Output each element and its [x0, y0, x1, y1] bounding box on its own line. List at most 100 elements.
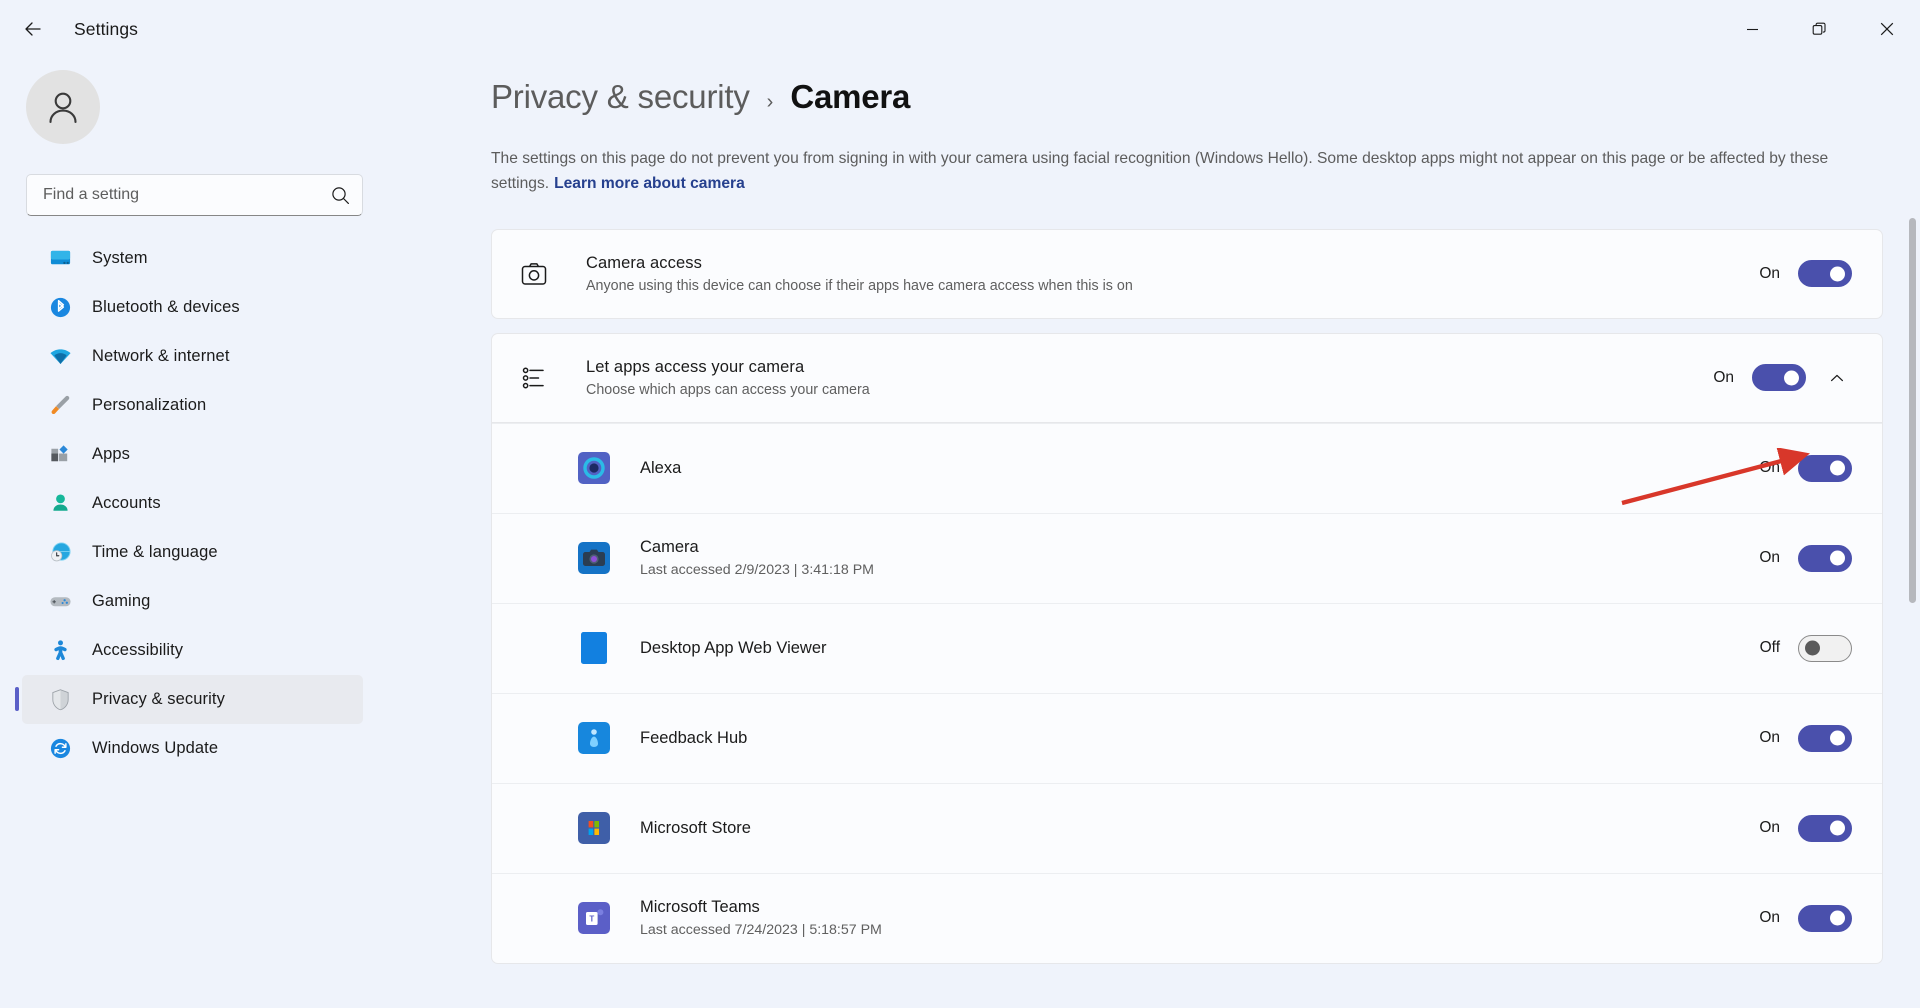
- sidebar-item-label: Windows Update: [92, 739, 219, 757]
- sidebar-item-label: Privacy & security: [92, 690, 225, 708]
- settings-window: Settings Find a setting System Bluetooth…: [0, 0, 1920, 1008]
- app-state-label: On: [1759, 909, 1780, 926]
- camera-access-toggle[interactable]: [1798, 260, 1852, 287]
- scrollbar-thumb[interactable]: [1909, 218, 1916, 603]
- sidebar-item-windows-update[interactable]: Windows Update: [22, 724, 363, 773]
- table-row: Desktop App Web Viewer Off: [492, 602, 1882, 693]
- back-button[interactable]: [10, 6, 56, 52]
- let-apps-access-controls: On: [1708, 363, 1852, 393]
- back-arrow-icon: [25, 22, 41, 36]
- window-body: System Bluetooth & devices Network & int…: [0, 58, 1920, 1008]
- app-title: Settings: [74, 18, 139, 39]
- page-title: Camera: [790, 78, 911, 115]
- app-controls: On: [1754, 724, 1852, 752]
- app-controls: On: [1754, 814, 1852, 842]
- camera-access-subtitle: Anyone using this device can choose if t…: [586, 277, 1133, 294]
- app-toggle[interactable]: [1798, 454, 1852, 482]
- avatar[interactable]: [26, 70, 100, 144]
- paintbrush-icon: [48, 394, 72, 418]
- table-row: Camera Last accessed 2/9/2023 | 3:41:18 …: [492, 512, 1882, 603]
- app-toggle[interactable]: [1798, 634, 1852, 662]
- sidebar-item-accounts[interactable]: Accounts: [22, 479, 363, 528]
- table-row: Microsoft Store On: [492, 782, 1882, 873]
- learn-more-link[interactable]: Learn more about camera: [554, 175, 745, 192]
- svg-text:T: T: [589, 915, 594, 924]
- app-info: Desktop App Web Viewer: [640, 639, 1754, 658]
- account-person-icon: [48, 492, 72, 516]
- sidebar-item-accessibility[interactable]: Accessibility: [22, 626, 363, 675]
- breadcrumb-separator-icon: ›: [766, 91, 774, 113]
- let-apps-access-title: Let apps access your camera: [586, 357, 805, 376]
- app-permission-list: Alexa On Camera Last accessed 2/9/2023 |…: [491, 422, 1883, 964]
- camera-access-text: Camera access Anyone using this device c…: [586, 254, 1754, 294]
- avatar-row: [0, 64, 391, 144]
- sidebar-item-bluetooth-devices[interactable]: Bluetooth & devices: [22, 283, 363, 332]
- sidebar-item-network-internet[interactable]: Network & internet: [22, 332, 363, 381]
- search-input[interactable]: [43, 186, 331, 204]
- let-apps-access-your-camera-toggle[interactable]: [1752, 364, 1806, 391]
- app-toggle[interactable]: [1798, 544, 1852, 572]
- camera-icon: [518, 258, 550, 290]
- camera-access-state-label: On: [1759, 264, 1780, 282]
- sidebar-item-label: Network & internet: [92, 347, 230, 365]
- let-apps-access-state-label: On: [1713, 368, 1734, 386]
- title-bar: Settings: [0, 0, 1920, 58]
- app-info: Alexa: [640, 459, 1754, 478]
- wifi-icon: [48, 345, 72, 369]
- app-name: Camera: [640, 538, 699, 556]
- app-info: Camera Last accessed 2/9/2023 | 3:41:18 …: [640, 538, 1754, 578]
- sidebar-item-label: Bluetooth & devices: [92, 298, 240, 316]
- table-row: Alexa On: [492, 422, 1882, 513]
- app-info: Feedback Hub: [640, 729, 1754, 748]
- chevron-up-icon[interactable]: [1822, 363, 1852, 393]
- sidebar-item-label: Accessibility: [92, 641, 184, 659]
- restore-icon: [1812, 22, 1826, 35]
- sidebar-item-time-language[interactable]: Time & language: [22, 528, 363, 577]
- maximize-button[interactable]: [1786, 0, 1853, 58]
- let-apps-access-card: Let apps access your camera Choose which…: [491, 332, 1883, 423]
- search-icon[interactable]: [331, 186, 350, 205]
- app-toggle[interactable]: [1798, 724, 1852, 752]
- let-apps-access-row[interactable]: Let apps access your camera Choose which…: [492, 334, 1882, 422]
- sidebar-item-privacy-security[interactable]: Privacy & security: [15, 675, 363, 724]
- desktop-web-viewer-icon: [578, 632, 610, 664]
- microsoft-store-icon: [578, 812, 610, 844]
- app-toggle[interactable]: [1798, 904, 1852, 932]
- app-state-label: On: [1759, 819, 1780, 836]
- microsoft-teams-icon: T: [578, 902, 610, 934]
- sidebar-item-personalization[interactable]: Personalization: [22, 381, 363, 430]
- table-row: T Microsoft Teams Last accessed 7/24/202…: [492, 872, 1882, 963]
- update-refresh-icon: [48, 737, 72, 761]
- let-apps-access-text: Let apps access your camera Choose which…: [586, 358, 1708, 398]
- sidebar-item-label: Accounts: [92, 494, 161, 512]
- list-settings-icon: [518, 362, 550, 394]
- sidebar-item-gaming[interactable]: Gaming: [22, 577, 363, 626]
- app-info: Microsoft Teams Last accessed 7/24/2023 …: [640, 898, 1754, 938]
- camera-app-icon: [578, 542, 610, 574]
- system-monitor-icon: [48, 247, 72, 271]
- app-last-accessed: Last accessed 7/24/2023 | 5:18:57 PM: [640, 922, 882, 938]
- main-scrollbar[interactable]: [1909, 122, 1916, 1002]
- app-controls: Off: [1754, 634, 1852, 662]
- sidebar-item-label: Gaming: [92, 592, 151, 610]
- sidebar-item-system[interactable]: System: [22, 234, 363, 283]
- main-content: Privacy & security › Camera The settings…: [391, 58, 1920, 1008]
- sidebar-item-apps[interactable]: Apps: [22, 430, 363, 479]
- person-avatar-icon: [49, 92, 77, 124]
- close-icon: [1880, 22, 1893, 36]
- feedback-hub-icon: [578, 722, 610, 754]
- sidebar-item-label: Personalization: [92, 396, 207, 414]
- app-toggle[interactable]: [1798, 814, 1852, 842]
- apps-squares-icon: [48, 443, 72, 467]
- app-name: Microsoft Teams: [640, 898, 760, 916]
- breadcrumb-parent-link[interactable]: Privacy & security: [491, 78, 750, 116]
- app-state-label: On: [1759, 549, 1780, 566]
- sidebar-item-label: System: [92, 249, 148, 267]
- app-state-label: On: [1759, 729, 1780, 746]
- shield-icon: [48, 688, 72, 712]
- minimize-button[interactable]: [1719, 0, 1786, 58]
- search-box[interactable]: [26, 174, 363, 216]
- camera-access-title: Camera access: [586, 253, 702, 272]
- app-name: Microsoft Store: [640, 818, 751, 837]
- close-button[interactable]: [1853, 0, 1920, 58]
